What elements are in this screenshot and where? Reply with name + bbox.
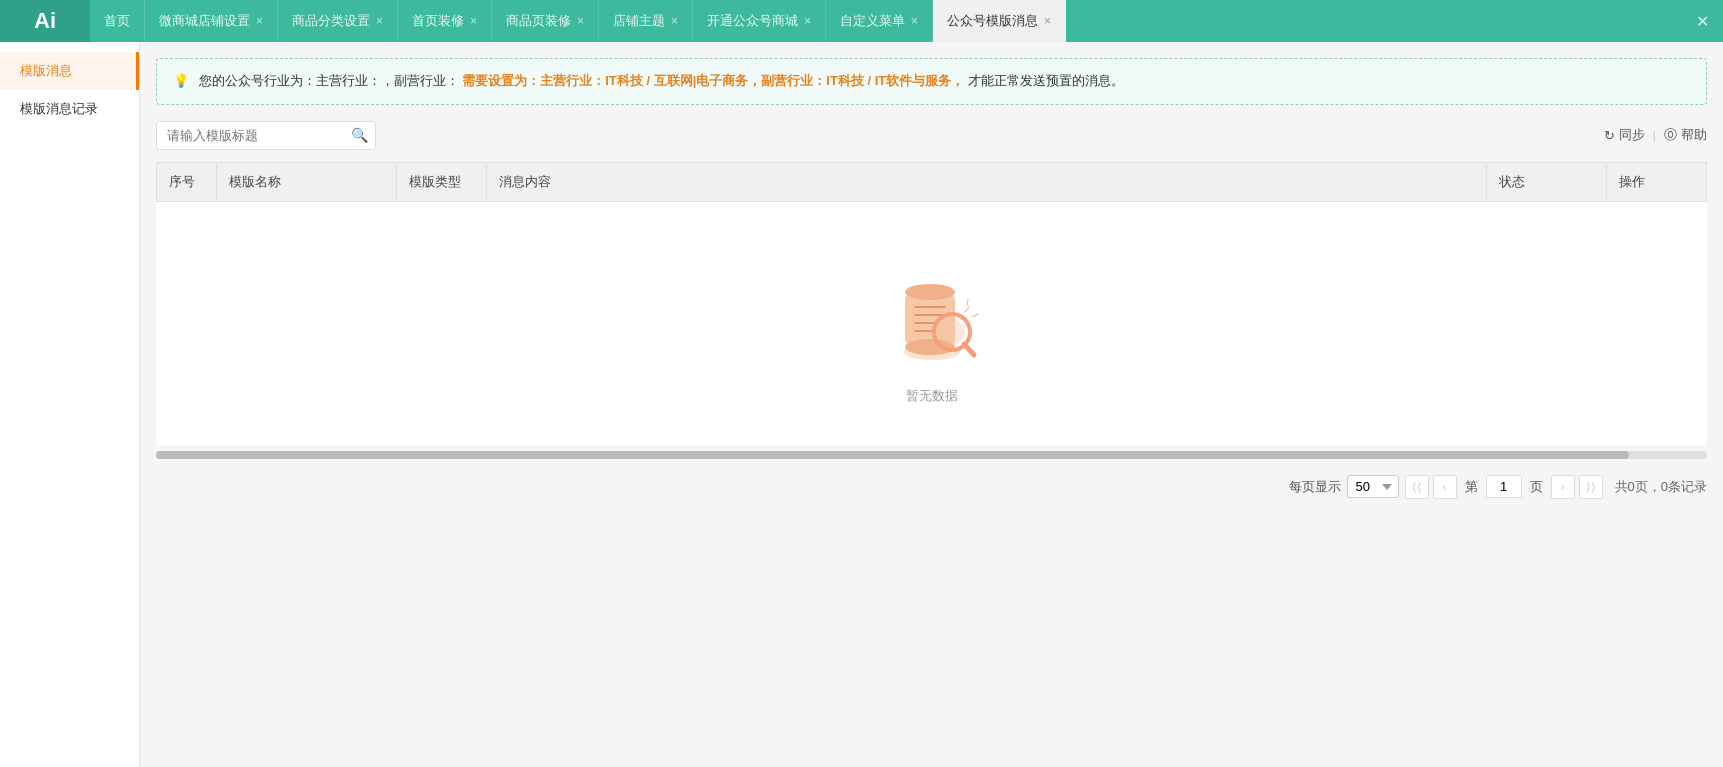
window-close-button[interactable]: ✕ — [1681, 0, 1723, 42]
tab-5[interactable]: 店铺主题 × — [599, 0, 693, 42]
tab-0[interactable]: 首页 — [90, 0, 145, 42]
col-header-5: 操作 — [1607, 162, 1707, 201]
tab-1[interactable]: 微商城店铺设置 × — [145, 0, 278, 42]
page-label-end: 页 — [1530, 478, 1543, 496]
tab-close-3[interactable]: × — [470, 14, 477, 28]
empty-icon — [157, 262, 1707, 375]
tab-7[interactable]: 自定义菜单 × — [826, 0, 933, 42]
scroll-thumb[interactable] — [156, 451, 1629, 459]
search-bar: 🔍 ↻ 同步 | ⓪ 帮助 — [156, 121, 1707, 150]
sidebar: 模版消息模版消息记录 — [0, 42, 140, 767]
notice-prefix: 您的公众号行业为：主营行业：，副营行业： — [199, 73, 459, 88]
svg-point-2 — [905, 284, 955, 300]
tab-close-2[interactable]: × — [376, 14, 383, 28]
main-layout: 模版消息模版消息记录 💡 您的公众号行业为：主营行业：，副营行业： 需要设置为：… — [0, 42, 1723, 767]
help-button[interactable]: ⓪ 帮助 — [1664, 126, 1707, 144]
col-header-1: 模版名称 — [217, 162, 397, 201]
col-header-3: 消息内容 — [487, 162, 1487, 201]
table-empty-row: 暂无数据 — [157, 201, 1707, 445]
tab-close-5[interactable]: × — [671, 14, 678, 28]
tab-close-7[interactable]: × — [911, 14, 918, 28]
table-header-row: 序号模版名称模版类型消息内容状态操作 — [157, 162, 1707, 201]
svg-line-12 — [972, 314, 978, 317]
horizontal-scrollbar[interactable] — [156, 451, 1707, 459]
table-wrapper: 序号模版名称模版类型消息内容状态操作 — [156, 162, 1707, 445]
svg-line-13 — [967, 299, 968, 305]
tab-8[interactable]: 公众号模版消息 × — [933, 0, 1066, 42]
search-input[interactable] — [156, 121, 376, 150]
next-page-button[interactable]: › — [1551, 475, 1575, 499]
page-label: 第 — [1465, 478, 1478, 496]
total-label: 共0页，0条记录 — [1615, 478, 1707, 496]
content-area: 💡 您的公众号行业为：主营行业：，副营行业： 需要设置为：主营行业：IT科技 /… — [140, 42, 1723, 767]
sidebar-item-0[interactable]: 模版消息 — [0, 52, 139, 90]
tab-close-1[interactable]: × — [256, 14, 263, 28]
sync-icon: ↻ — [1604, 128, 1615, 143]
logo: Ai — [0, 0, 90, 42]
col-header-4: 状态 — [1487, 162, 1607, 201]
prev-page-button[interactable]: ‹ — [1433, 475, 1457, 499]
pagination-nav: ⟨⟨ ‹ 第 页 › ⟩⟩ 共0页，0条记录 — [1405, 475, 1707, 499]
notice-icon: 💡 — [173, 73, 189, 88]
toolbar-right: ↻ 同步 | ⓪ 帮助 — [1604, 126, 1707, 144]
per-page-label: 每页显示 — [1289, 478, 1341, 496]
svg-line-10 — [964, 344, 974, 355]
tab-2[interactable]: 商品分类设置 × — [278, 0, 398, 42]
pagination: 每页显示 102050100 ▾ ⟨⟨ ‹ 第 页 › ⟩⟩ 共0页，0条记录 — [156, 465, 1707, 503]
tab-close-8[interactable]: × — [1044, 14, 1051, 28]
tab-close-6[interactable]: × — [804, 14, 811, 28]
tab-4[interactable]: 商品页装修 × — [492, 0, 599, 42]
sync-button[interactable]: ↻ 同步 — [1604, 126, 1645, 144]
data-table: 序号模版名称模版类型消息内容状态操作 — [156, 162, 1707, 445]
first-page-button[interactable]: ⟨⟨ — [1405, 475, 1429, 499]
svg-point-9 — [939, 319, 965, 345]
empty-text: 暂无数据 — [157, 387, 1707, 405]
last-page-button[interactable]: ⟩⟩ — [1579, 475, 1603, 499]
sync-label: 同步 — [1619, 126, 1645, 144]
tab-3[interactable]: 首页装修 × — [398, 0, 492, 42]
topbar: Ai 首页微商城店铺设置 ×商品分类设置 ×首页装修 ×商品页装修 ×店铺主题 … — [0, 0, 1723, 42]
page-input[interactable] — [1486, 475, 1522, 498]
per-page-select[interactable]: 102050100 — [1347, 475, 1399, 498]
notice-highlight: 需要设置为：主营行业：IT科技 / 互联网|电子商务，副营行业：IT科技 / I… — [462, 73, 964, 88]
sidebar-item-1[interactable]: 模版消息记录 — [0, 90, 139, 128]
tab-6[interactable]: 开通公众号商城 × — [693, 0, 826, 42]
search-input-wrap: 🔍 — [156, 121, 376, 150]
svg-line-11 — [965, 307, 969, 312]
help-icon: ⓪ — [1664, 126, 1677, 144]
notice-suffix: 才能正常发送预置的消息。 — [968, 73, 1124, 88]
table-body: 暂无数据 — [157, 201, 1707, 445]
col-header-0: 序号 — [157, 162, 217, 201]
tab-list: 首页微商城店铺设置 ×商品分类设置 ×首页装修 ×商品页装修 ×店铺主题 ×开通… — [90, 0, 1681, 42]
tab-close-4[interactable]: × — [577, 14, 584, 28]
help-label: 帮助 — [1681, 126, 1707, 144]
table-head: 序号模版名称模版类型消息内容状态操作 — [157, 162, 1707, 201]
per-page-selector: 每页显示 102050100 ▾ — [1289, 475, 1399, 498]
notice-box: 💡 您的公众号行业为：主营行业：，副营行业： 需要设置为：主营行业：IT科技 /… — [156, 58, 1707, 105]
col-header-2: 模版类型 — [397, 162, 487, 201]
search-icon[interactable]: 🔍 — [351, 127, 368, 143]
toolbar-divider: | — [1653, 128, 1656, 143]
empty-state: 暂无数据 — [157, 202, 1707, 445]
